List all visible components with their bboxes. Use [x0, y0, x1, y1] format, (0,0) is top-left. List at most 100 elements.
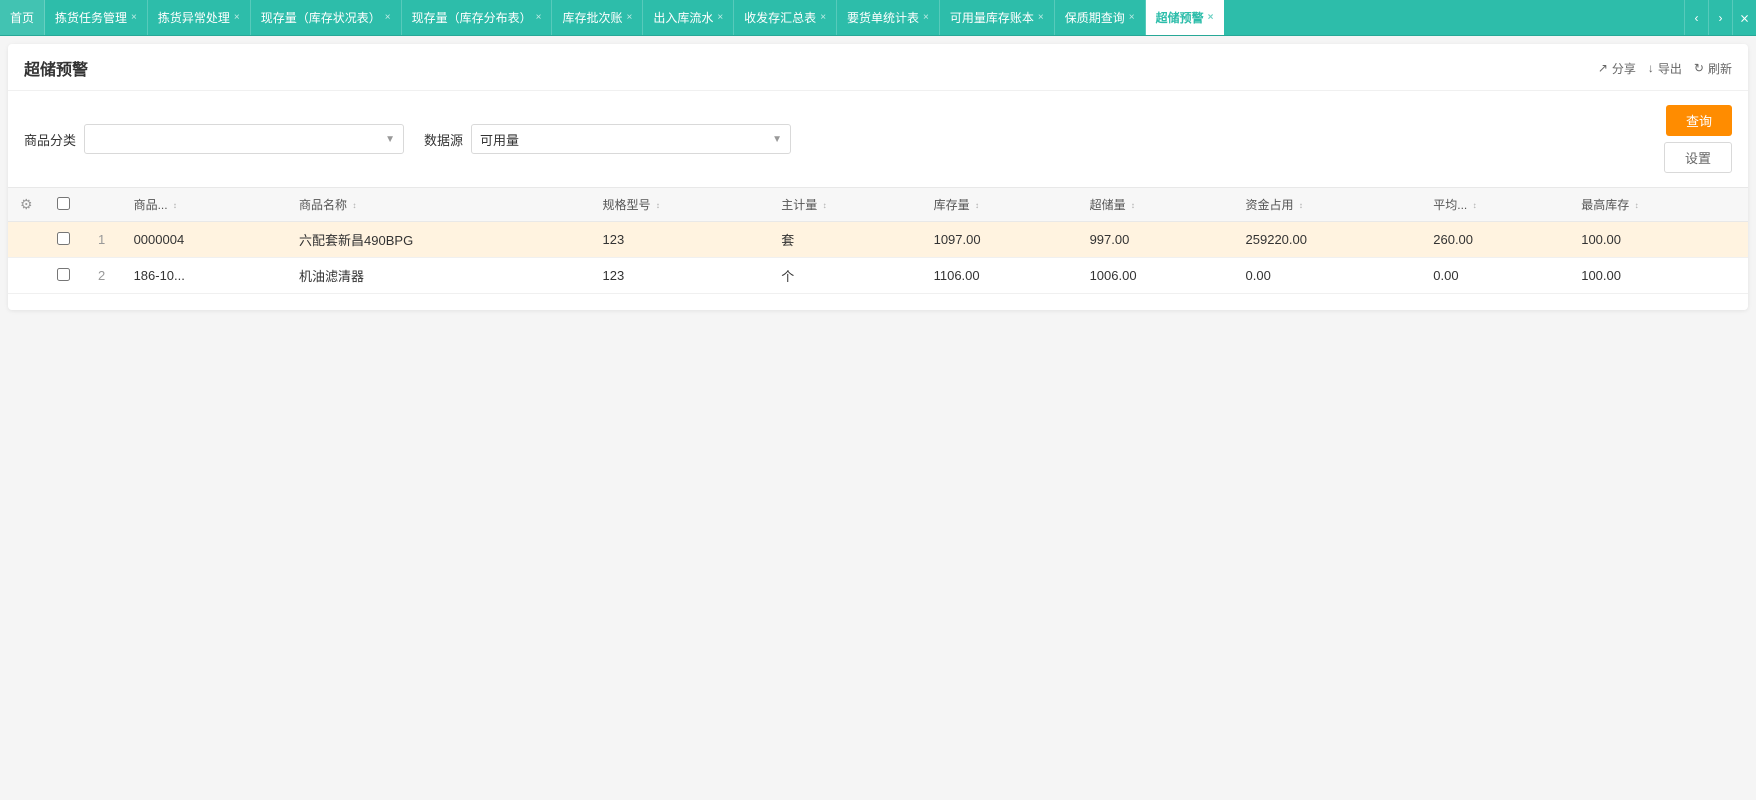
spec-cell: 123	[591, 258, 770, 294]
product-name-cell: 六配套新昌490BPG	[287, 222, 590, 258]
table-row: 1 0000004 六配套新昌490BPG 123 套 1097.00 997.…	[8, 222, 1748, 258]
over-stock-cell: 997.00	[1078, 222, 1234, 258]
settings-gear-icon[interactable]: ⚙	[20, 196, 33, 212]
avg-cell: 0.00	[1421, 258, 1569, 294]
capital-cell: 0.00	[1234, 258, 1422, 294]
refresh-button[interactable]: ↻ 刷新	[1694, 60, 1732, 77]
filter-section: 商品分类 ▼ 数据源 可用量 ▼ 查询 设置	[8, 91, 1748, 187]
nav-tab-7[interactable]: 收发存汇总表×	[734, 0, 837, 36]
row-checkbox-0[interactable]	[57, 232, 70, 245]
sort-icon: ↕	[656, 202, 660, 210]
close-tab-icon[interactable]: ×	[1038, 12, 1044, 23]
category-chevron-icon: ▼	[385, 134, 395, 145]
close-tab-icon[interactable]: ×	[1129, 12, 1135, 23]
nav-arrows: ‹ › ⨯	[1684, 0, 1756, 36]
close-tab-icon[interactable]: ×	[820, 12, 826, 23]
nav-tab-8[interactable]: 要货单统计表×	[837, 0, 940, 36]
max-stock-column-header[interactable]: 最高库存 ↕	[1569, 188, 1748, 222]
row-checkbox-cell	[45, 258, 82, 294]
nav-tab-4[interactable]: 现存量（库存分布表）×	[402, 0, 553, 36]
row-number: 2	[82, 258, 122, 294]
nav-tab-2[interactable]: 拣货异常处理×	[148, 0, 251, 36]
select-all-checkbox[interactable]	[57, 197, 70, 210]
product-code-column-header[interactable]: 商品... ↕	[122, 188, 287, 222]
spec-column-header[interactable]: 规格型号 ↕	[591, 188, 770, 222]
row-checkbox-1[interactable]	[57, 268, 70, 281]
product-name-column-header[interactable]: 商品名称 ↕	[287, 188, 590, 222]
nav-tab-5[interactable]: 库存批次账×	[552, 0, 643, 36]
sort-icon: ↕	[173, 202, 177, 210]
table-row: 2 186-10... 机油滤清器 123 个 1106.00 1006.00 …	[8, 258, 1748, 294]
sort-icon: ↕	[1299, 202, 1303, 210]
unit-column-header[interactable]: 主计量 ↕	[769, 188, 921, 222]
nav-more-button[interactable]: ⨯	[1732, 0, 1756, 36]
close-tab-icon[interactable]: ×	[131, 12, 137, 23]
share-icon: ↗	[1598, 61, 1608, 75]
nav-prev-button[interactable]: ‹	[1684, 0, 1708, 36]
gear-column-header: ⚙	[8, 188, 45, 222]
nav-tab-6[interactable]: 出入库流水×	[643, 0, 734, 36]
sort-icon: ↕	[823, 202, 827, 210]
row-gear-cell	[8, 258, 45, 294]
export-button[interactable]: ↓ 导出	[1648, 60, 1682, 77]
sort-icon: ↕	[975, 202, 979, 210]
capital-cell: 259220.00	[1234, 222, 1422, 258]
avg-cell: 260.00	[1421, 222, 1569, 258]
close-tab-icon[interactable]: ×	[536, 12, 542, 23]
rownum-column-header	[82, 188, 122, 222]
sort-icon: ↕	[1473, 202, 1477, 210]
product-code-cell: 186-10...	[122, 258, 287, 294]
nav-tab-10[interactable]: 保质期查询×	[1055, 0, 1146, 36]
nav-tab-0[interactable]: 首页	[0, 0, 45, 36]
avg-column-header[interactable]: 平均... ↕	[1421, 188, 1569, 222]
settings-button[interactable]: 设置	[1664, 142, 1732, 173]
close-tab-icon[interactable]: ×	[1208, 12, 1214, 23]
spec-cell: 123	[591, 222, 770, 258]
category-filter: 商品分类 ▼	[24, 124, 404, 154]
datasource-filter: 数据源 可用量 ▼	[424, 124, 791, 154]
unit-cell: 个	[769, 258, 921, 294]
data-table: ⚙ 商品... ↕ 商品名称 ↕ 规格型号	[8, 187, 1748, 294]
sort-icon: ↕	[1635, 202, 1639, 210]
query-button[interactable]: 查询	[1666, 105, 1732, 136]
close-tab-icon[interactable]: ×	[717, 12, 723, 23]
page-container: 超储预警 ↗ 分享 ↓ 导出 ↻ 刷新 商品分类 ▼ 数据源	[8, 44, 1748, 310]
checkbox-column-header	[45, 188, 82, 222]
top-navigation: 首页拣货任务管理×拣货异常处理×现存量（库存状况表）×现存量（库存分布表）×库存…	[0, 0, 1756, 36]
row-gear-cell	[8, 222, 45, 258]
over-stock-cell: 1006.00	[1078, 258, 1234, 294]
category-select[interactable]: ▼	[84, 124, 404, 154]
nav-tab-3[interactable]: 现存量（库存状况表）×	[251, 0, 402, 36]
stock-cell: 1106.00	[922, 258, 1078, 294]
nav-tab-9[interactable]: 可用量库存账本×	[940, 0, 1055, 36]
category-label: 商品分类	[24, 130, 76, 149]
sort-icon: ↕	[1131, 202, 1135, 210]
page-title: 超储预警	[24, 56, 88, 80]
product-code-cell: 0000004	[122, 222, 287, 258]
page-header: 超储预警 ↗ 分享 ↓ 导出 ↻ 刷新	[8, 44, 1748, 91]
datasource-select[interactable]: 可用量 ▼	[471, 124, 791, 154]
close-tab-icon[interactable]: ×	[626, 12, 632, 23]
capital-column-header[interactable]: 资金占用 ↕	[1234, 188, 1422, 222]
row-number: 1	[82, 222, 122, 258]
stock-column-header[interactable]: 库存量 ↕	[922, 188, 1078, 222]
product-name-cell: 机油滤清器	[287, 258, 590, 294]
stock-cell: 1097.00	[922, 222, 1078, 258]
close-tab-icon[interactable]: ×	[923, 12, 929, 23]
over-stock-column-header[interactable]: 超储量 ↕	[1078, 188, 1234, 222]
filter-action-buttons: 查询 设置	[1664, 105, 1732, 173]
datasource-chevron-icon: ▼	[772, 134, 782, 145]
nav-tab-11[interactable]: 超储预警×	[1146, 0, 1225, 36]
close-tab-icon[interactable]: ×	[385, 12, 391, 23]
table-container: ⚙ 商品... ↕ 商品名称 ↕ 规格型号	[8, 187, 1748, 310]
max-stock-cell: 100.00	[1569, 222, 1748, 258]
close-tab-icon[interactable]: ×	[234, 12, 240, 23]
header-actions: ↗ 分享 ↓ 导出 ↻ 刷新	[1598, 60, 1732, 77]
max-stock-cell: 100.00	[1569, 258, 1748, 294]
sort-icon: ↕	[352, 202, 356, 210]
refresh-icon: ↻	[1694, 61, 1704, 75]
row-checkbox-cell	[45, 222, 82, 258]
nav-next-button[interactable]: ›	[1708, 0, 1732, 36]
share-button[interactable]: ↗ 分享	[1598, 60, 1636, 77]
nav-tab-1[interactable]: 拣货任务管理×	[45, 0, 148, 36]
